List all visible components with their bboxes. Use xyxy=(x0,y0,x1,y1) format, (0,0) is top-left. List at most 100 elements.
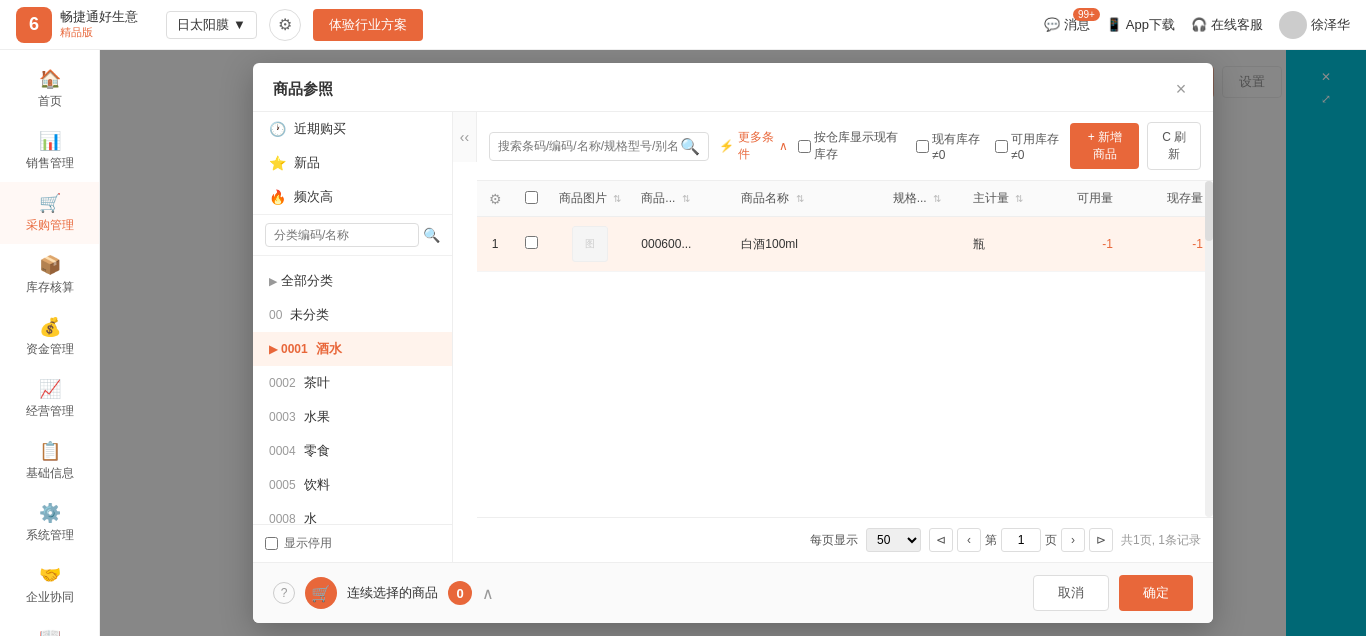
display-disabled-area: 显示停用 xyxy=(253,524,452,562)
sidebar-item-guide[interactable]: 📖 新手引导 xyxy=(0,616,99,636)
cat-item-uncategorized[interactable]: 00 未分类 xyxy=(253,298,452,332)
online-service-item[interactable]: 🎧 在线客服 xyxy=(1191,16,1263,34)
page-prev-btn[interactable]: ‹ xyxy=(957,528,981,552)
modal-close-button[interactable]: × xyxy=(1169,77,1193,101)
select-all-checkbox[interactable] xyxy=(525,191,538,204)
cat-uncategorized-code: 00 xyxy=(269,308,282,322)
messages-badge: 99+ xyxy=(1073,8,1100,21)
sidebar-item-basic[interactable]: 📋 基础信息 xyxy=(0,430,99,492)
product-search-icon[interactable]: 🔍 xyxy=(680,137,700,156)
clock-icon: 🕐 xyxy=(269,121,286,137)
row-checkbox[interactable] xyxy=(525,236,538,249)
table-row[interactable]: 1 图 xyxy=(477,217,1213,272)
page-nav: ⊲ ‹ 第 页 › ⊳ xyxy=(929,528,1113,552)
user-item[interactable]: 徐泽华 xyxy=(1279,11,1350,39)
cat-0003-label: 水果 xyxy=(304,408,330,426)
quick-link-new-label: 新品 xyxy=(294,154,320,172)
category-search-box[interactable] xyxy=(265,223,419,247)
confirm-button[interactable]: 确定 xyxy=(1119,575,1193,611)
cell-check[interactable] xyxy=(513,217,549,272)
filter-stock-ne0-label[interactable]: 现有库存≠0 xyxy=(916,131,981,162)
help-icon[interactable]: ? xyxy=(273,582,295,604)
cancel-button[interactable]: 取消 xyxy=(1033,575,1109,611)
category-search-icon[interactable]: 🔍 xyxy=(423,227,440,243)
th-check xyxy=(513,181,549,217)
collapse-panel-button[interactable]: ‹‹ xyxy=(453,112,477,162)
main-content: 查询 设置 刷新 ✕ ⤢ 商品参照 × xyxy=(100,50,1366,636)
cat-item-0002[interactable]: 0002 茶叶 xyxy=(253,366,452,400)
page-number-input[interactable] xyxy=(1001,528,1041,552)
quick-link-frequent[interactable]: 🔥 频次高 xyxy=(253,180,452,214)
quick-link-frequent-label: 频次高 xyxy=(294,188,333,206)
trial-button[interactable]: 体验行业方案 xyxy=(313,9,423,41)
modal-footer: ? 🛒 连续选择的商品 0 ∧ 取消 确定 xyxy=(253,562,1213,623)
sidebar-item-finance[interactable]: 💰 资金管理 xyxy=(0,306,99,368)
product-table: ⚙ 商品图片 ⇅ xyxy=(477,181,1213,272)
th-image-label: 商品图片 xyxy=(559,191,607,205)
refresh-button[interactable]: C 刷新 xyxy=(1147,122,1201,170)
sidebar-label-basic: 基础信息 xyxy=(26,465,74,482)
filter-stock-ne0-checkbox[interactable] xyxy=(916,140,929,153)
page-last-btn[interactable]: ⊳ xyxy=(1089,528,1113,552)
filter-icon: ⚡ xyxy=(719,139,734,153)
th-image[interactable]: 商品图片 ⇅ xyxy=(549,181,631,217)
modal-title: 商品参照 xyxy=(273,80,333,99)
display-disabled-checkbox[interactable] xyxy=(265,537,278,550)
product-search-input[interactable] xyxy=(498,139,680,153)
cat-uncategorized-label: 未分类 xyxy=(290,306,329,324)
sidebar-item-system[interactable]: ⚙️ 系统管理 xyxy=(0,492,99,554)
display-disabled-label[interactable]: 显示停用 xyxy=(284,535,332,552)
message-icon: 💬 xyxy=(1044,17,1060,32)
sidebar-item-collab[interactable]: 🤝 企业协同 xyxy=(0,554,99,616)
up-arrow-icon[interactable]: ∧ xyxy=(482,584,494,603)
filter-warehouse-text: 按仓库显示现有库存 xyxy=(814,129,903,163)
sidebar: 🏠 首页 📊 销售管理 🛒 采购管理 📦 库存核算 💰 资金管理 📈 经营管理 … xyxy=(0,50,100,636)
filter-avail-ne0-label[interactable]: 可用库存≠0 xyxy=(995,131,1060,162)
scrollbar-thumb[interactable] xyxy=(1205,181,1213,241)
filter-more-label: 更多条件 xyxy=(738,129,775,163)
filter-more-btn[interactable]: ⚡ 更多条件 ∧ xyxy=(719,129,788,163)
cart-icon[interactable]: 🛒 xyxy=(305,577,337,609)
filter-avail-ne0-checkbox[interactable] xyxy=(995,140,1008,153)
store-selector[interactable]: 日太阳膜 ▼ xyxy=(166,11,257,39)
cat-item-0004[interactable]: 0004 零食 xyxy=(253,434,452,468)
quick-link-recent[interactable]: 🕐 近期购买 xyxy=(253,112,452,146)
sidebar-label-collab: 企业协同 xyxy=(26,589,74,606)
th-unit[interactable]: 主计量 ⇅ xyxy=(963,181,1033,217)
system-icon: ⚙️ xyxy=(39,502,61,524)
th-code[interactable]: 商品... ⇅ xyxy=(631,181,731,217)
sidebar-item-sales[interactable]: 📊 销售管理 xyxy=(0,120,99,182)
filter-warehouse-checkbox[interactable] xyxy=(798,140,811,153)
quick-link-recent-label: 近期购买 xyxy=(294,120,346,138)
sidebar-item-business[interactable]: 📈 经营管理 xyxy=(0,368,99,430)
business-icon: 📈 xyxy=(39,378,61,400)
cell-spec xyxy=(883,217,963,272)
page-first-btn[interactable]: ⊲ xyxy=(929,528,953,552)
logo-area: 6 畅捷通好生意 精品版 xyxy=(16,7,146,43)
page-size-select[interactable]: 102050100 xyxy=(866,528,921,552)
messages-item[interactable]: 💬 消息 99+ xyxy=(1044,16,1090,34)
cat-item-all[interactable]: ▶ 全部分类 xyxy=(253,264,452,298)
cat-0004-label: 零食 xyxy=(304,442,330,460)
quick-link-new[interactable]: ⭐ 新品 xyxy=(253,146,452,180)
th-spec[interactable]: 规格... ⇅ xyxy=(883,181,963,217)
cat-item-0001[interactable]: ▶ 0001 酒水 xyxy=(253,332,452,366)
table-settings-icon[interactable]: ⚙ xyxy=(489,191,502,207)
settings-button[interactable]: ⚙ xyxy=(269,9,301,41)
app-download-item[interactable]: 📱 App下载 xyxy=(1106,16,1175,34)
filter-warehouse-label[interactable]: 按仓库显示现有库存 xyxy=(798,129,903,163)
sidebar-item-home[interactable]: 🏠 首页 xyxy=(0,58,99,120)
cat-item-0008[interactable]: 0008 水 xyxy=(253,502,452,524)
sidebar-item-purchase[interactable]: 🛒 采购管理 xyxy=(0,182,99,244)
sidebar-item-inventory[interactable]: 📦 库存核算 xyxy=(0,244,99,306)
new-product-button[interactable]: + 新增商品 xyxy=(1070,123,1139,169)
cat-item-0003[interactable]: 0003 水果 xyxy=(253,400,452,434)
cat-item-0005[interactable]: 0005 饮料 xyxy=(253,468,452,502)
cat-0005-code: 0005 xyxy=(269,478,296,492)
product-search-box[interactable]: 🔍 xyxy=(489,132,709,161)
page-next-btn[interactable]: › xyxy=(1061,528,1085,552)
category-search-input[interactable] xyxy=(274,228,410,242)
th-unit-label: 主计量 xyxy=(973,191,1009,205)
th-name[interactable]: 商品名称 ⇅ xyxy=(731,181,882,217)
filter-bar: 🔍 ⚡ 更多条件 ∧ 按仓库显示现有库存 xyxy=(477,112,1213,181)
